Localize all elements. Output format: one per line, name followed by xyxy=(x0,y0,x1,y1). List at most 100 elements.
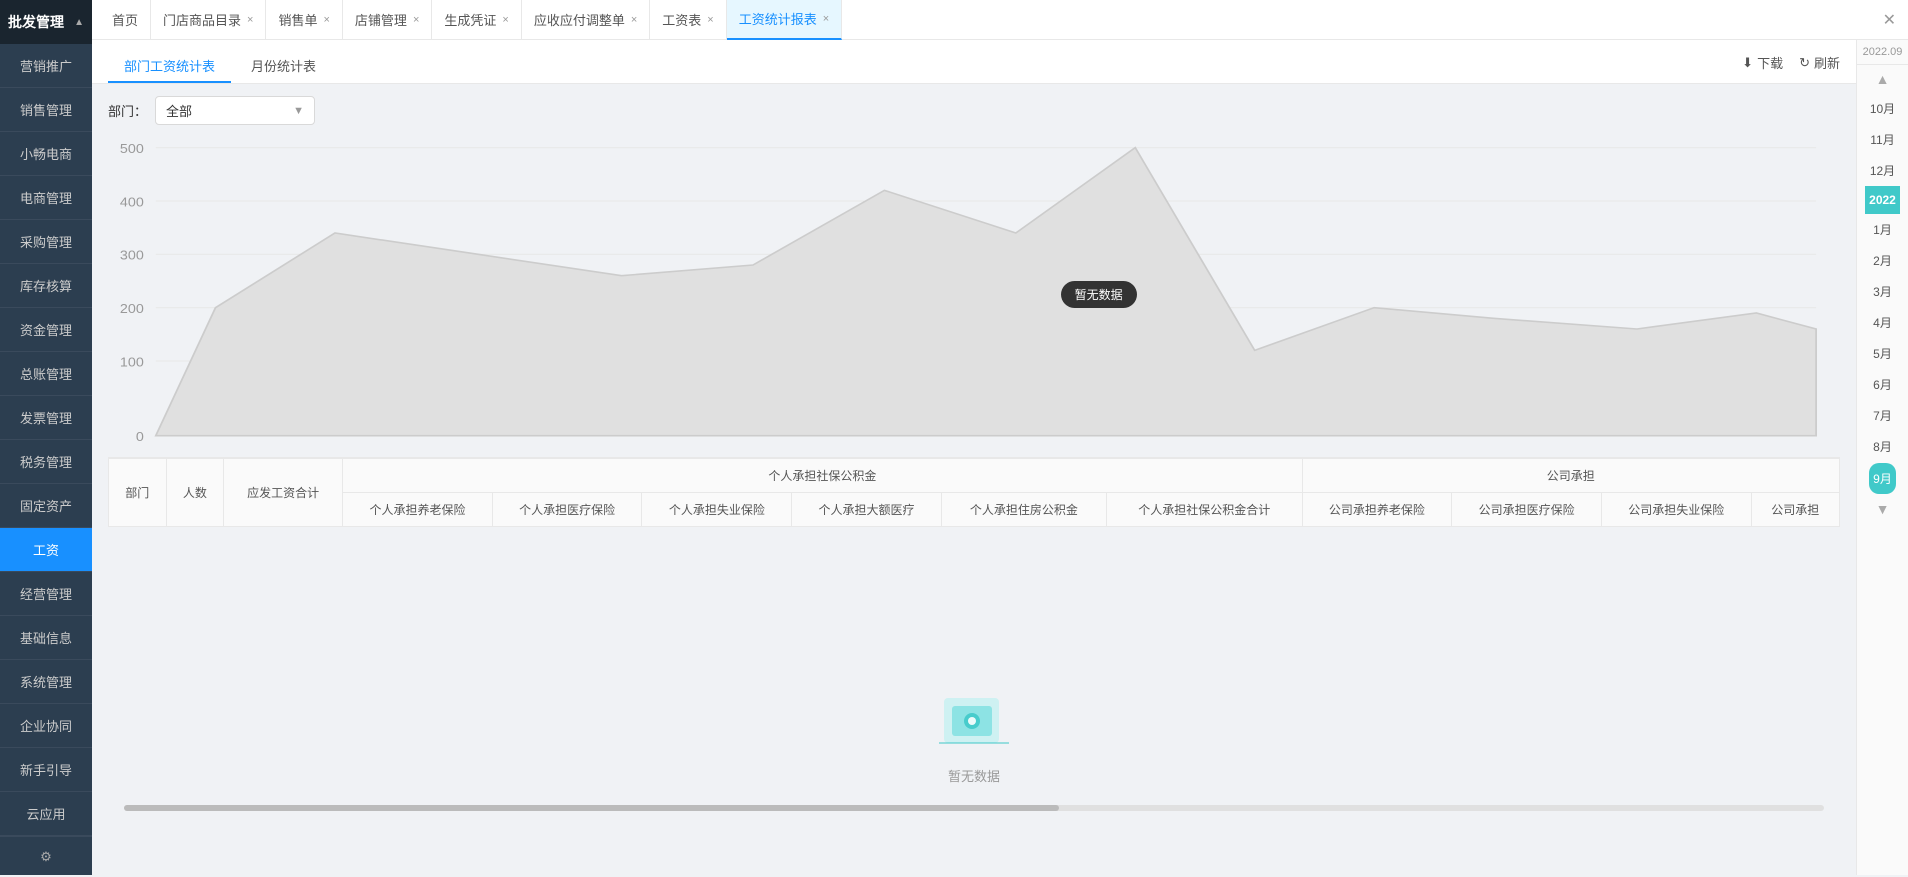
close-all-tabs-button[interactable]: ✕ xyxy=(1879,10,1900,30)
toolbar-actions: ⬇ 下载 ↻ 刷新 xyxy=(1742,53,1840,80)
sidebar-item-系统管理[interactable]: 系统管理 xyxy=(0,660,92,704)
col-total-salary: 应发工资合计 xyxy=(224,459,343,527)
date-item-9月[interactable]: 9月 xyxy=(1869,463,1896,494)
tab-label: 工资统计报表 xyxy=(739,9,817,28)
date-item-10月[interactable]: 10月 xyxy=(1865,93,1900,124)
svg-text:0: 0 xyxy=(136,430,144,444)
sidebar-header[interactable]: 批发管理 ▲ xyxy=(0,0,92,44)
tab-生成凭证[interactable]: 生成凭证× xyxy=(432,0,521,40)
tab-close-icon[interactable]: × xyxy=(631,14,637,26)
sub-tab-月份统计表[interactable]: 月份统计表 xyxy=(235,50,332,83)
sidebar-item-工资[interactable]: 工资 xyxy=(0,528,92,572)
tab-工资表[interactable]: 工资表× xyxy=(650,0,726,40)
table-scroll[interactable]: 部门 人数 应发工资合计 个人承担社保公积金 公司承担 个人承担养老保险 个人承… xyxy=(108,458,1840,658)
department-filter-label: 部门： xyxy=(108,101,147,120)
sidebar-item-企业协同[interactable]: 企业协同 xyxy=(0,704,92,748)
tab-应收应付调整单[interactable]: 应收应付调整单× xyxy=(522,0,650,40)
date-nav-up[interactable]: ▲ xyxy=(1857,65,1908,93)
empty-state: 暂无数据 xyxy=(108,658,1840,805)
col-personal-housing-fund: 个人承担住房公积金 xyxy=(941,493,1106,527)
svg-text:400: 400 xyxy=(120,195,144,209)
date-item-6月[interactable]: 6月 xyxy=(1865,369,1900,400)
date-nav-down[interactable]: ▼ xyxy=(1857,495,1908,523)
tab-close-icon[interactable]: × xyxy=(413,14,419,26)
main-content-area: 部门工资统计表月份统计表 ⬇ 下载 ↻ 刷新 部门： 全部 ▼ xyxy=(92,40,1856,875)
sidebar-item-库存核算[interactable]: 库存核算 xyxy=(0,264,92,308)
col-personal-total: 个人承担社保公积金合计 xyxy=(1106,493,1302,527)
col-personal-medical: 个人承担医疗保险 xyxy=(492,493,642,527)
sidebar-item-资金管理[interactable]: 资金管理 xyxy=(0,308,92,352)
tab-门店商品目录[interactable]: 门店商品目录 × xyxy=(151,0,266,40)
refresh-icon: ↻ xyxy=(1799,55,1810,71)
date-item-11月[interactable]: 11月 xyxy=(1865,124,1900,155)
tab-bar: 首页门店商品目录×销售单×店铺管理×生成凭证×应收应付调整单×工资表×工资统计报… xyxy=(92,0,1908,40)
date-item-2月[interactable]: 2月 xyxy=(1865,245,1900,276)
download-button[interactable]: ⬇ 下载 xyxy=(1742,53,1783,72)
download-icon: ⬇ xyxy=(1742,55,1753,71)
tab-首页[interactable]: 首页 xyxy=(100,0,151,40)
tab-close-icon[interactable]: × xyxy=(323,14,329,26)
sidebar-item-电商管理[interactable]: 电商管理 xyxy=(0,176,92,220)
date-item-8月[interactable]: 8月 xyxy=(1865,431,1900,462)
tab-店铺管理[interactable]: 店铺管理 × xyxy=(343,0,432,40)
col-company-medical: 公司承担医疗保险 xyxy=(1452,493,1602,527)
col-personal-major-medical: 个人承担大额医疗 xyxy=(792,493,942,527)
date-item-1月[interactable]: 1月 xyxy=(1865,214,1900,245)
col-company-unemployment: 公司承担失业保险 xyxy=(1601,493,1751,527)
sidebar-item-固定资产[interactable]: 固定资产 xyxy=(0,484,92,528)
horizontal-scrollbar[interactable] xyxy=(124,805,1824,811)
date-sidebar-header: 2022.09 xyxy=(1857,40,1908,65)
chart-svg: 500 400 300 200 100 0 xyxy=(108,137,1840,457)
empty-state-icon xyxy=(934,678,1014,758)
svg-text:300: 300 xyxy=(120,248,144,262)
svg-text:200: 200 xyxy=(120,302,144,316)
tab-销售单[interactable]: 销售单 × xyxy=(266,0,342,40)
refresh-button[interactable]: ↻ 刷新 xyxy=(1799,53,1840,72)
tab-label: 首页 xyxy=(112,10,138,29)
date-item-3月[interactable]: 3月 xyxy=(1865,276,1900,307)
chart-container: 500 400 300 200 100 0 xyxy=(92,137,1856,875)
chart-tooltip: 暂无数据 xyxy=(1061,281,1137,308)
svg-text:100: 100 xyxy=(120,355,144,369)
date-item-12月[interactable]: 12月 xyxy=(1865,155,1900,186)
col-personal-unemployment: 个人承担失业保险 xyxy=(642,493,792,527)
tab-label: 销售单 xyxy=(278,10,317,29)
sidebar-item-发票管理[interactable]: 发票管理 xyxy=(0,396,92,440)
col-company-pension: 公司承担养老保险 xyxy=(1302,493,1452,527)
date-item-4月[interactable]: 4月 xyxy=(1865,307,1900,338)
date-item-2022[interactable]: 2022 xyxy=(1865,186,1900,214)
tab-工资统计报表[interactable]: 工资统计报表 × xyxy=(727,0,842,40)
sidebar-item-小畅电商[interactable]: 小畅电商 xyxy=(0,132,92,176)
tab-label: 店铺管理 xyxy=(355,10,407,29)
sidebar-footer-settings[interactable]: ⚙ xyxy=(0,836,92,877)
refresh-label: 刷新 xyxy=(1814,53,1840,72)
date-item-5月[interactable]: 5月 xyxy=(1865,338,1900,369)
sidebar-item-新手引导[interactable]: 新手引导 xyxy=(0,748,92,792)
sidebar-item-销售管理[interactable]: 销售管理 xyxy=(0,88,92,132)
sidebar-item-经营管理[interactable]: 经营管理 xyxy=(0,572,92,616)
main: 首页门店商品目录×销售单×店铺管理×生成凭证×应收应付调整单×工资表×工资统计报… xyxy=(92,0,1908,875)
sidebar-header-arrow: ▲ xyxy=(74,17,84,28)
tab-close-icon[interactable]: × xyxy=(247,14,253,26)
sub-tab-部门工资统计表[interactable]: 部门工资统计表 xyxy=(108,50,231,83)
tab-label: 门店商品目录 xyxy=(163,10,241,29)
date-item-7月[interactable]: 7月 xyxy=(1865,400,1900,431)
sidebar-item-总账管理[interactable]: 总账管理 xyxy=(0,352,92,396)
tab-close-icon[interactable]: × xyxy=(823,13,829,25)
chart-tooltip-text: 暂无数据 xyxy=(1075,288,1123,302)
department-filter-select[interactable]: 全部 ▼ xyxy=(155,96,315,125)
tab-close-icon[interactable]: × xyxy=(502,14,508,26)
col-company-other: 公司承担 xyxy=(1751,493,1839,527)
horizontal-scrollbar-thumb[interactable] xyxy=(124,805,1059,811)
col-headcount: 人数 xyxy=(166,459,224,527)
chevron-down-icon: ▼ xyxy=(293,105,304,117)
sidebar-item-税务管理[interactable]: 税务管理 xyxy=(0,440,92,484)
sidebar-item-采购管理[interactable]: 采购管理 xyxy=(0,220,92,264)
table-area: 部门 人数 应发工资合计 个人承担社保公积金 公司承担 个人承担养老保险 个人承… xyxy=(108,457,1840,805)
sidebar-item-营销推广[interactable]: 营销推广 xyxy=(0,44,92,88)
date-items-container: 10月11月12月20221月2月3月4月5月6月7月8月9月 xyxy=(1865,93,1900,495)
sidebar-item-云应用[interactable]: 云应用 xyxy=(0,792,92,836)
tab-close-icon[interactable]: × xyxy=(707,14,713,26)
empty-state-text: 暂无数据 xyxy=(948,766,1000,785)
sidebar-item-基础信息[interactable]: 基础信息 xyxy=(0,616,92,660)
